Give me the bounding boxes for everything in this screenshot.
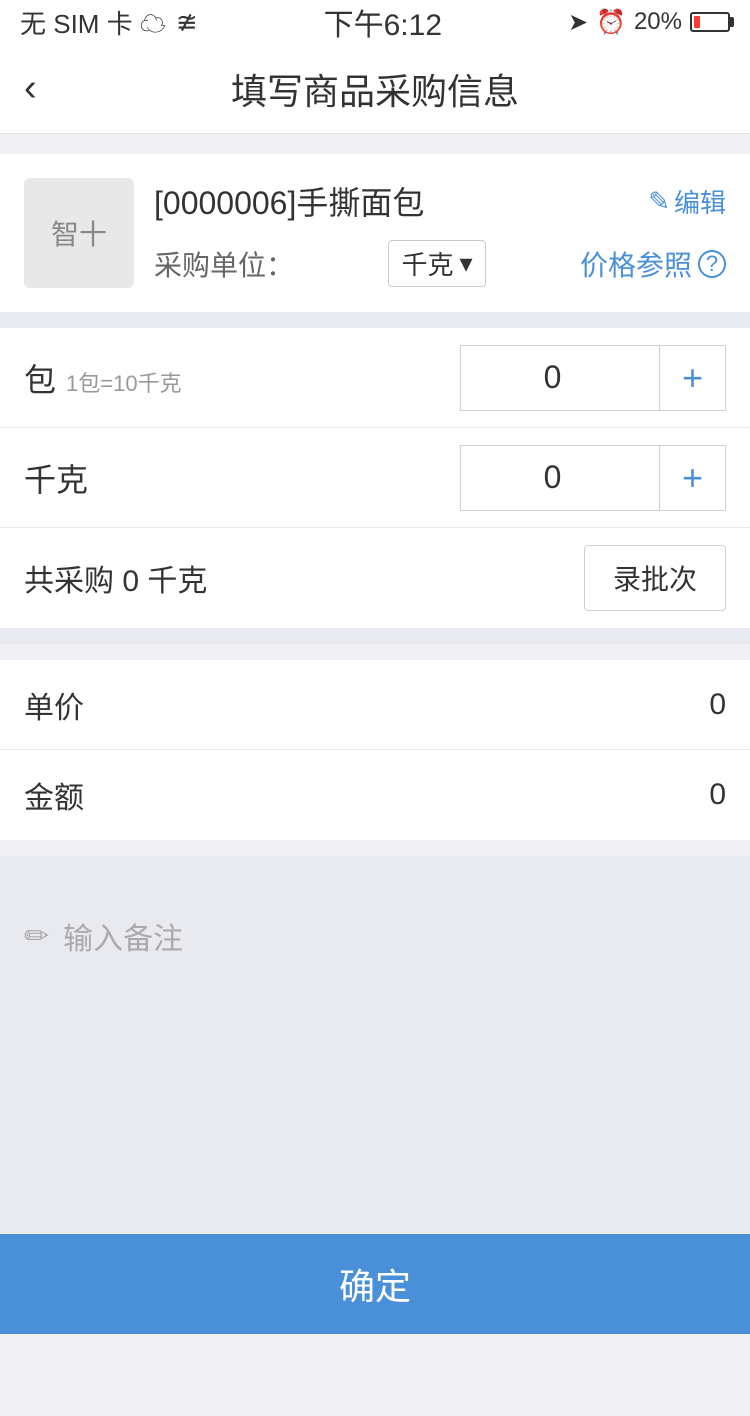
- price-ref-button[interactable]: 价格参照 ?: [580, 244, 726, 284]
- total-row: 共采购 0 千克 录批次: [0, 528, 750, 628]
- record-batch-button[interactable]: 录批次: [584, 545, 726, 611]
- battery-icon: [690, 12, 730, 32]
- bag-label: 包: [24, 355, 56, 401]
- info-icon: ?: [698, 250, 726, 278]
- product-thumbnail: 智十: [24, 178, 134, 288]
- bag-sublabel: 1包=10千克: [66, 366, 182, 398]
- product-name: [0000006]手撕面包: [154, 178, 424, 224]
- amount-row: 金额 0: [0, 750, 750, 840]
- no-sim-label: 无 SIM 卡 ☁: [20, 4, 166, 41]
- back-button[interactable]: ‹: [24, 67, 37, 110]
- confirm-button[interactable]: 确定: [0, 1234, 750, 1334]
- battery-percent: 20%: [634, 8, 682, 36]
- page-title: 填写商品采购信息: [231, 63, 519, 115]
- amount-label: 金额: [24, 773, 84, 817]
- price-info-section: 单价 0 金额 0: [0, 660, 750, 840]
- unit-price-value: 0: [709, 688, 726, 722]
- edit-icon: ✎: [648, 186, 670, 217]
- kg-input-group: +: [460, 445, 726, 511]
- edit-label: 编辑: [674, 183, 726, 220]
- confirm-label: 确定: [339, 1258, 411, 1310]
- price-ref-label: 价格参照: [580, 244, 692, 284]
- wifi-icon: ≇: [176, 7, 198, 38]
- unit-prefix-label: 采购单位：: [154, 244, 294, 284]
- status-bar: 无 SIM 卡 ☁ ≇ 下午6:12 ➤ ⏰ 20%: [0, 0, 750, 44]
- bag-input-group: +: [460, 345, 726, 411]
- product-thumb-text: 智十: [51, 213, 107, 253]
- section-divider-1: [0, 312, 750, 328]
- unit-price-label: 单价: [24, 683, 84, 727]
- status-left: 无 SIM 卡 ☁ ≇: [20, 4, 198, 41]
- location-icon: ➤: [568, 8, 588, 37]
- status-time: 下午6:12: [324, 0, 442, 44]
- kg-quantity-input[interactable]: [460, 445, 660, 511]
- bag-plus-button[interactable]: +: [660, 345, 726, 411]
- product-info: [0000006]手撕面包 ✎ 编辑 采购单位： 千克 ▾ 价格参照 ?: [154, 178, 726, 287]
- dropdown-arrow-icon: ▾: [459, 248, 472, 279]
- remark-placeholder: 输入备注: [63, 914, 183, 958]
- kg-label: 千克: [24, 455, 88, 501]
- kg-plus-button[interactable]: +: [660, 445, 726, 511]
- kg-input-row: 千克 +: [0, 428, 750, 528]
- remark-section[interactable]: ✏ 输入备注: [0, 856, 750, 1016]
- quantity-section: 包 1包=10千克 + 千克 +: [0, 328, 750, 528]
- amount-value: 0: [709, 778, 726, 812]
- product-card: 智十 [0000006]手撕面包 ✎ 编辑 采购单位： 千克 ▾ 价格参照 ?: [0, 154, 750, 312]
- total-label: 共采购 0 千克: [24, 556, 207, 600]
- bag-label-group: 包 1包=10千克: [24, 355, 182, 401]
- kg-label-group: 千克: [24, 455, 88, 501]
- alarm-icon: ⏰: [596, 8, 626, 37]
- nav-bar: ‹ 填写商品采购信息: [0, 44, 750, 134]
- unit-selector[interactable]: 千克 ▾: [388, 240, 485, 287]
- section-divider-2: [0, 628, 750, 644]
- bag-quantity-input[interactable]: [460, 345, 660, 411]
- bag-input-row: 包 1包=10千克 +: [0, 328, 750, 428]
- edit-button[interactable]: ✎ 编辑: [648, 183, 726, 220]
- status-right: ➤ ⏰ 20%: [568, 8, 730, 37]
- pencil-icon: ✏: [24, 919, 49, 954]
- unit-price-row: 单价 0: [0, 660, 750, 750]
- unit-value: 千克: [401, 245, 453, 282]
